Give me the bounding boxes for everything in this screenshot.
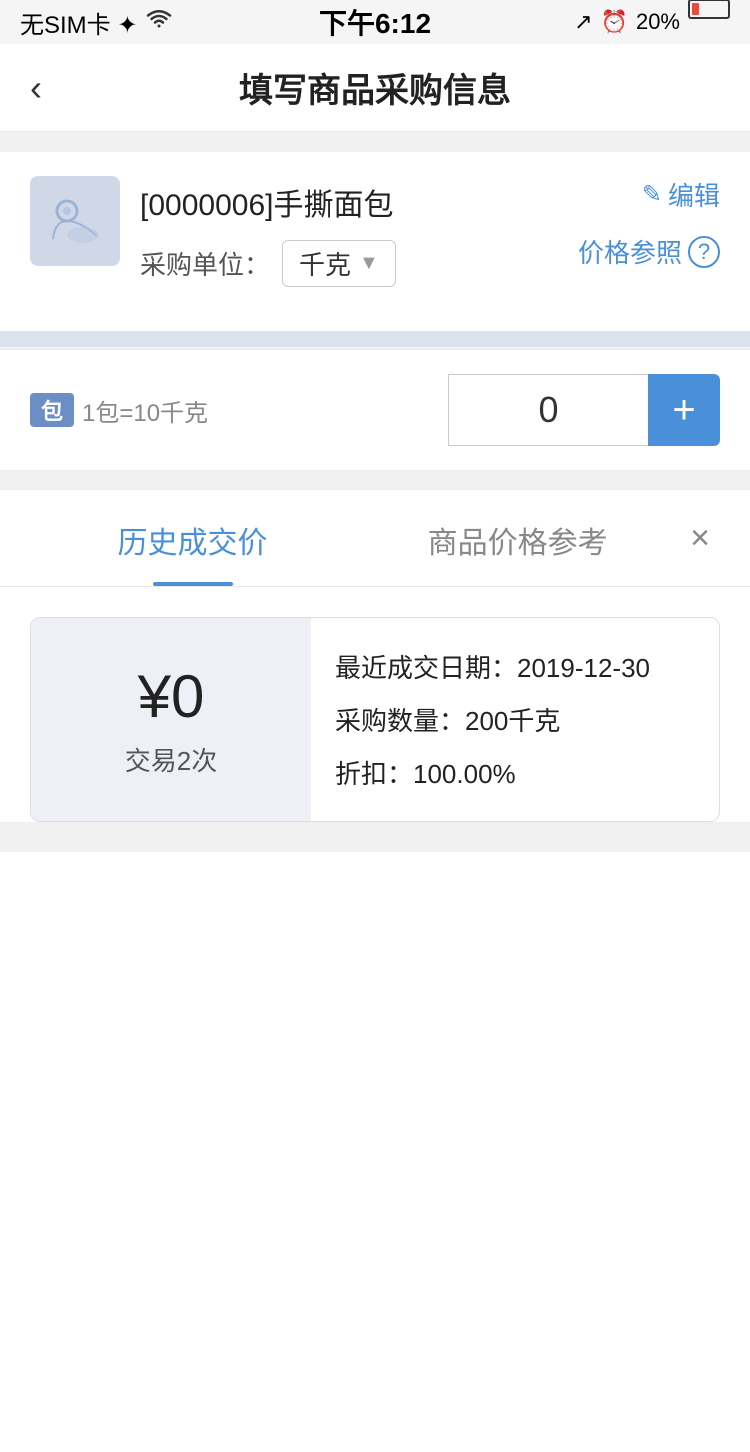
product-left: [0000006]手撕面包 采购单位： 千克 ▼	[30, 176, 396, 287]
product-thumbnail	[30, 176, 120, 266]
carrier-text: 无SIM卡 ✦	[20, 5, 137, 40]
unit-info: 包 1包=10千克	[30, 393, 448, 428]
unit-label: 采购单位：	[140, 245, 270, 282]
unit-box-text: 包	[41, 394, 63, 426]
wifi-icon	[145, 8, 173, 37]
unit-select[interactable]: 千克 ▼	[282, 240, 396, 287]
unit-row: 采购单位： 千克 ▼	[140, 240, 396, 287]
recent-date-line: 最近成交日期：2019-12-30	[335, 648, 695, 685]
nav-bar: ‹ 填写商品采购信息	[0, 44, 750, 132]
quantity-plus-button[interactable]: +	[648, 374, 720, 446]
tab-close-button[interactable]: ×	[680, 499, 720, 578]
product-right: ✎ 编辑 价格参照 ?	[578, 176, 720, 270]
quantity-control: 0 +	[448, 374, 720, 446]
price-display: ¥0	[138, 662, 205, 731]
product-header: [0000006]手撕面包 采购单位： 千克 ▼ ✎ 编辑 价格参照 ?	[30, 176, 720, 287]
quantity-input[interactable]: 0	[448, 374, 648, 446]
bottom-area	[0, 852, 750, 1452]
quantity-section: 包 1包=10千克 0 +	[0, 349, 750, 470]
status-right: ↗ ⏰ 20%	[574, 0, 730, 45]
location-icon: ↗	[574, 9, 592, 35]
transaction-count: 交易2次	[125, 741, 217, 778]
divider	[0, 331, 750, 347]
history-price-left: ¥0 交易2次	[31, 618, 311, 821]
tabs-section: 历史成交价 商品价格参考 × ¥0 交易2次 最近成交日期：2019-12-30…	[0, 490, 750, 822]
status-left: 无SIM卡 ✦	[20, 5, 173, 40]
battery-percent: 20%	[636, 9, 680, 35]
product-card: [0000006]手撕面包 采购单位： 千克 ▼ ✎ 编辑 价格参照 ?	[0, 152, 750, 331]
product-name-area: [0000006]手撕面包 采购单位： 千克 ▼	[140, 176, 396, 287]
battery-icon	[688, 0, 730, 45]
discount-line: 折扣：100.00%	[335, 754, 695, 791]
alarm-icon: ⏰	[601, 9, 628, 35]
qty-line: 采购数量：200千克	[335, 701, 695, 738]
help-icon: ?	[688, 236, 720, 268]
unit-conversion: 1包=10千克	[82, 393, 208, 428]
status-time: 下午6:12	[319, 2, 431, 42]
page-title: 填写商品采购信息	[239, 63, 511, 112]
status-bar: 无SIM卡 ✦ 下午6:12 ↗ ⏰ 20%	[0, 0, 750, 44]
quantity-row: 包 1包=10千克 0 +	[0, 350, 750, 470]
unit-box-icon: 包	[30, 393, 74, 427]
unit-chevron-icon: ▼	[359, 252, 379, 275]
edit-button[interactable]: ✎ 编辑	[642, 176, 720, 213]
back-button[interactable]: ‹	[20, 57, 52, 119]
price-number: 0	[171, 663, 204, 730]
history-price-right: 最近成交日期：2019-12-30 采购数量：200千克 折扣：100.00%	[311, 618, 719, 821]
tab-history-price[interactable]: 历史成交价	[30, 490, 355, 586]
price-ref-button[interactable]: 价格参照 ?	[578, 233, 720, 270]
tab-product-price-ref[interactable]: 商品价格参考	[355, 490, 680, 586]
price-symbol: ¥	[138, 663, 171, 730]
tabs-header: 历史成交价 商品价格参考 ×	[0, 490, 750, 587]
edit-icon: ✎	[642, 180, 662, 209]
unit-value: 千克	[299, 245, 351, 282]
history-card: ¥0 交易2次 最近成交日期：2019-12-30 采购数量：200千克 折扣：…	[30, 617, 720, 822]
product-name: [0000006]手撕面包	[140, 180, 396, 224]
